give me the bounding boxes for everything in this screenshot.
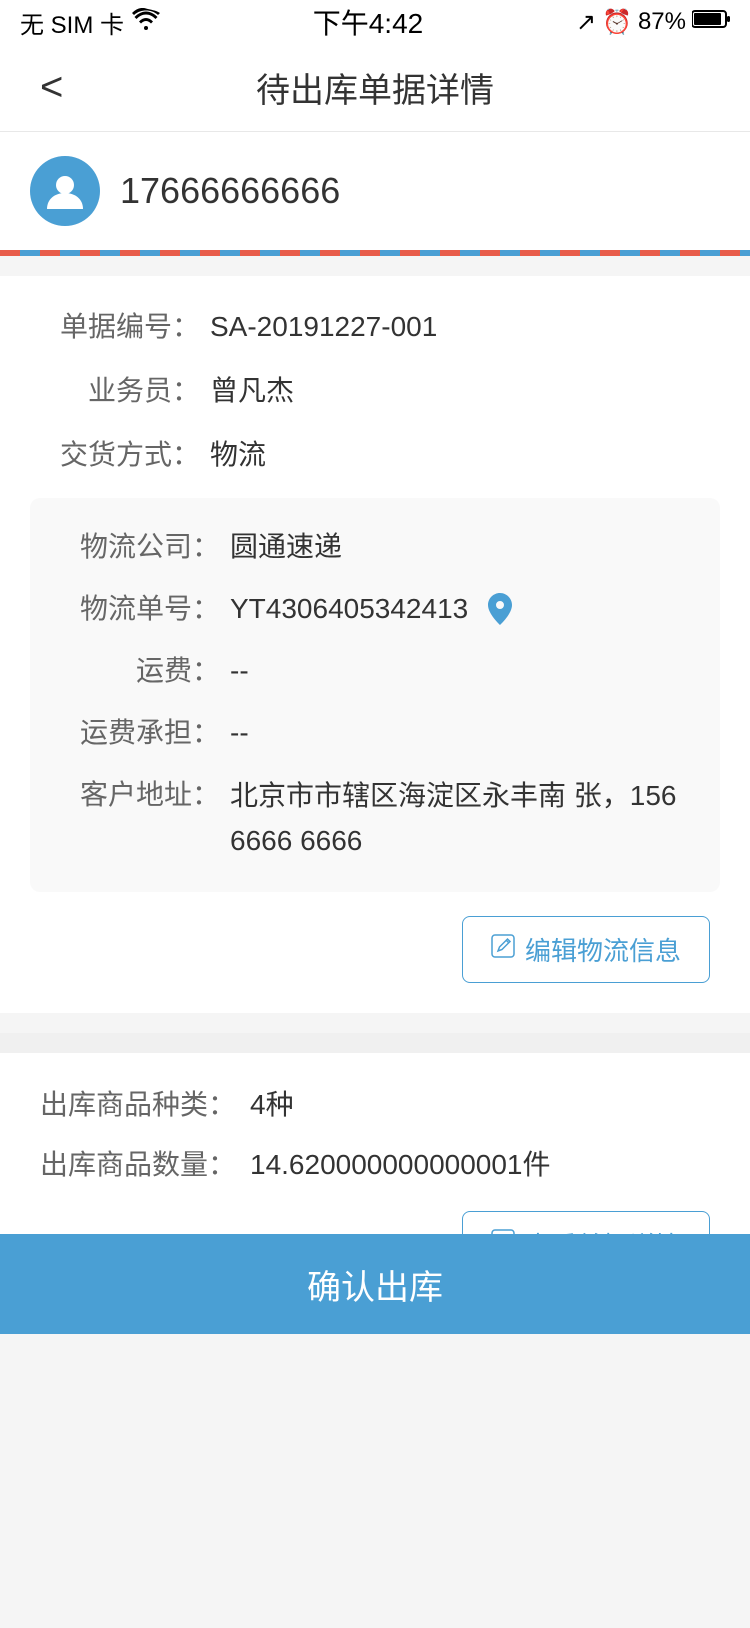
quantity-label: 出库商品数量： <box>40 1143 240 1183</box>
edit-btn-wrap: 编辑物流信息 <box>40 916 710 983</box>
customer-phone: 17666666666 <box>120 170 340 212</box>
logistics-company-row: 物流公司： 圆通速递 <box>60 526 690 568</box>
order-number-row: 单据编号： SA-20191227-001 <box>40 306 710 348</box>
agent-row: 业务员： 曾凡杰 <box>40 370 710 412</box>
freight-label: 运费： <box>60 650 220 692</box>
tracking-number: YT4306405342413 <box>230 588 468 630</box>
bottom-spacer <box>0 1308 750 1508</box>
agent-value: 曾凡杰 <box>210 370 710 412</box>
edit-logistics-button[interactable]: 编辑物流信息 <box>462 916 710 983</box>
status-right: ↗ ⏰ 87% <box>576 8 730 37</box>
logistics-tracking-value: YT4306405342413 <box>230 588 690 630</box>
delivery-value: 物流 <box>210 434 710 476</box>
order-number-value: SA-20191227-001 <box>210 306 710 348</box>
address-label: 客户地址： <box>60 774 220 816</box>
logistics-card: 物流公司： 圆通速递 物流单号： YT4306405342413 运费： -- … <box>30 498 720 892</box>
edit-logistics-label: 编辑物流信息 <box>525 931 681 968</box>
customer-header: 17666666666 <box>0 132 750 250</box>
freight-bear-label: 运费承担： <box>60 712 220 754</box>
nav-bar: < 待出库单据详情 <box>0 44 750 132</box>
confirm-button-text: 确认出库 <box>307 1260 443 1309</box>
dashed-divider <box>0 250 750 256</box>
types-value: 4种 <box>250 1083 294 1123</box>
address-value: 北京市市辖区海淀区永丰南 张，156 6666 6666 <box>230 774 690 864</box>
order-number-label: 单据编号： <box>40 306 200 348</box>
edit-icon <box>491 934 515 965</box>
avatar <box>30 156 100 226</box>
delivery-label: 交货方式： <box>40 434 200 476</box>
freight-row: 运费： -- <box>60 650 690 692</box>
user-avatar-icon <box>45 171 85 211</box>
quantity-row: 出库商品数量： 14.620000000000001件 <box>40 1143 710 1183</box>
freight-bear-row: 运费承担： -- <box>60 712 690 754</box>
wifi-icon <box>132 8 160 37</box>
map-pin-icon[interactable] <box>482 591 518 627</box>
confirm-bar[interactable]: 确认出库 <box>0 1234 750 1334</box>
status-time: 下午4:42 <box>313 2 424 42</box>
order-info-section: 单据编号： SA-20191227-001 业务员： 曾凡杰 交货方式： 物流 … <box>0 276 750 1013</box>
content: 17666666666 单据编号： SA-20191227-001 业务员： 曾… <box>0 132 750 1628</box>
address-row: 客户地址： 北京市市辖区海淀区永丰南 张，156 6666 6666 <box>60 774 690 864</box>
location-status-icon: ↗ <box>576 8 596 37</box>
agent-label: 业务员： <box>40 370 200 412</box>
gray-divider <box>0 1033 750 1053</box>
logistics-tracking-label: 物流单号： <box>60 588 220 630</box>
quantity-value: 14.620000000000001件 <box>250 1143 551 1183</box>
freight-bear-value: -- <box>230 712 690 754</box>
alarm-icon: ⏰ <box>602 8 632 37</box>
logistics-company-value: 圆通速递 <box>230 526 690 568</box>
status-bar: 无 SIM 卡 下午4:42 ↗ ⏰ 87% <box>0 0 750 44</box>
back-button[interactable]: < <box>30 55 73 120</box>
types-row: 出库商品种类： 4种 <box>40 1083 710 1123</box>
logistics-company-label: 物流公司： <box>60 526 220 568</box>
carrier-label: 无 SIM 卡 <box>20 5 124 40</box>
types-label: 出库商品种类： <box>40 1083 240 1123</box>
freight-value: -- <box>230 650 690 692</box>
delivery-row: 交货方式： 物流 <box>40 434 710 476</box>
nav-title: 待出库单据详情 <box>256 63 494 112</box>
battery-icon <box>692 8 730 36</box>
battery-label: 87% <box>638 8 686 36</box>
status-left: 无 SIM 卡 <box>20 5 160 40</box>
logistics-tracking-row: 物流单号： YT4306405342413 <box>60 588 690 630</box>
